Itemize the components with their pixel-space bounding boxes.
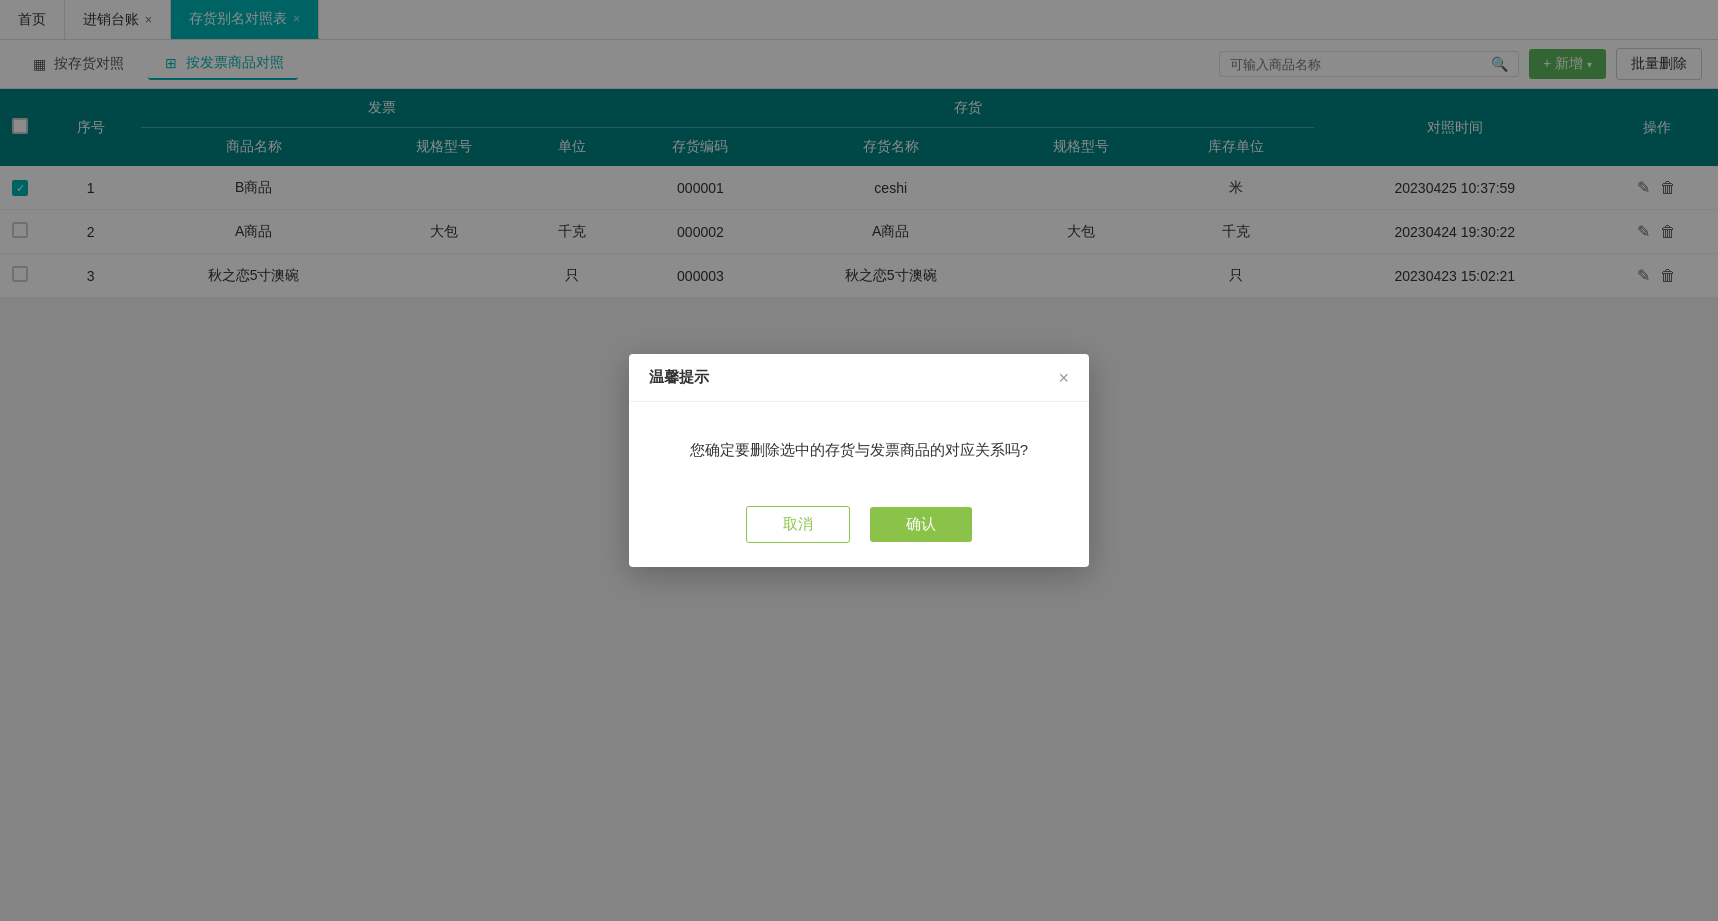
- dialog-overlay: 温馨提示 × 您确定要删除选中的存货与发票商品的对应关系吗? 取消 确认: [0, 0, 1718, 298]
